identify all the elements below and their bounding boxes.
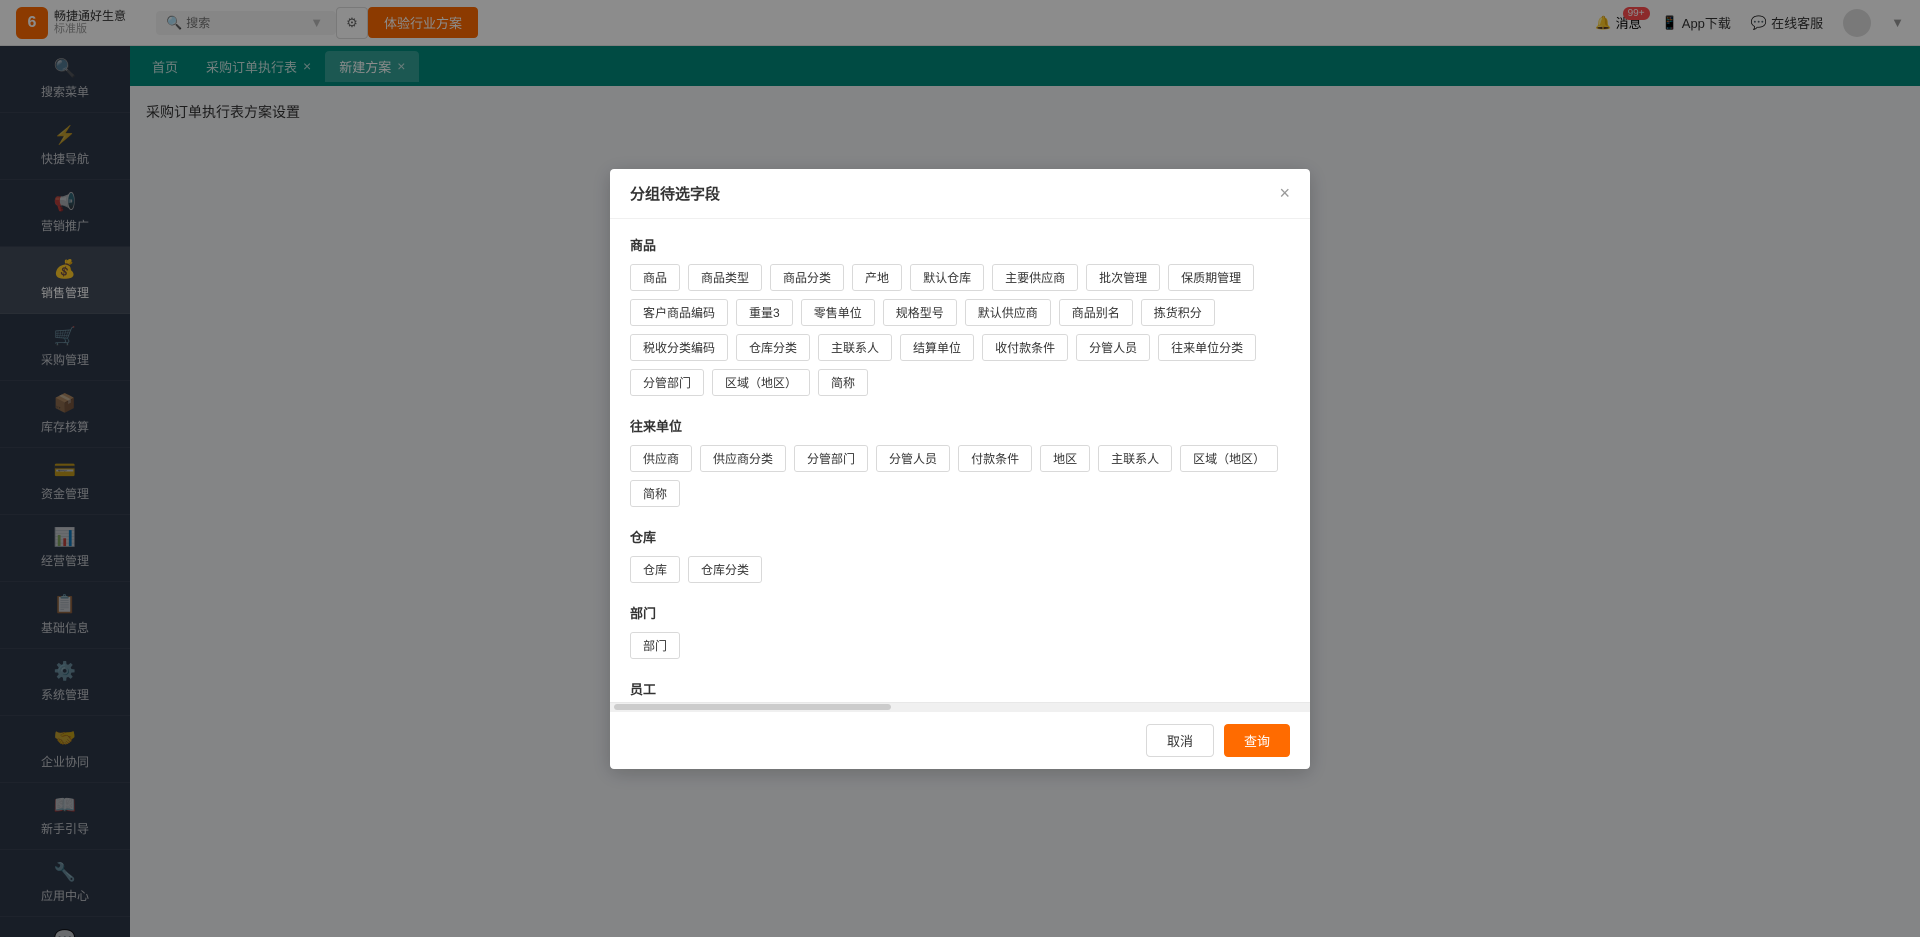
field-tag[interactable]: 默认供应商 (965, 299, 1051, 326)
field-tag[interactable]: 重量3 (736, 299, 793, 326)
field-tag[interactable]: 区域（地区） (712, 369, 810, 396)
field-select-modal: 分组待选字段 × 商品 商品 商品类型 商品分类 产地 默认仓库 主要供应商 批… (610, 169, 1310, 769)
field-tag[interactable]: 收付款条件 (982, 334, 1068, 361)
field-tag[interactable]: 往来单位分类 (1158, 334, 1256, 361)
field-tag[interactable]: 产地 (852, 264, 902, 291)
field-tag[interactable]: 主联系人 (818, 334, 892, 361)
field-tag[interactable]: 规格型号 (883, 299, 957, 326)
modal-body: 商品 商品 商品类型 商品分类 产地 默认仓库 主要供应商 批次管理 保质期管理… (610, 219, 1310, 702)
section-staff: 员工 业务员 (630, 679, 1290, 702)
field-tag[interactable]: 默认仓库 (910, 264, 984, 291)
field-tag[interactable]: 客户商品编码 (630, 299, 728, 326)
section-dept-tags: 部门 (630, 632, 1290, 659)
modal-header: 分组待选字段 × (610, 169, 1310, 219)
field-tag[interactable]: 主联系人 (1098, 445, 1172, 472)
modal-footer: 取消 查询 (610, 711, 1310, 769)
section-partner-title: 往来单位 (630, 416, 1290, 435)
field-tag[interactable]: 分管部门 (794, 445, 868, 472)
field-tag[interactable]: 供应商分类 (700, 445, 786, 472)
section-goods: 商品 商品 商品类型 商品分类 产地 默认仓库 主要供应商 批次管理 保质期管理… (630, 235, 1290, 396)
field-tag[interactable]: 商品 (630, 264, 680, 291)
section-dept: 部门 部门 (630, 603, 1290, 659)
field-tag[interactable]: 税收分类编码 (630, 334, 728, 361)
section-dept-title: 部门 (630, 603, 1290, 622)
field-tag[interactable]: 主要供应商 (992, 264, 1078, 291)
field-tag[interactable]: 分管部门 (630, 369, 704, 396)
field-tag[interactable]: 商品分类 (770, 264, 844, 291)
modal-close-button[interactable]: × (1279, 183, 1290, 204)
field-tag[interactable]: 仓库分类 (688, 556, 762, 583)
confirm-button[interactable]: 查询 (1224, 724, 1290, 757)
section-partner-tags: 供应商 供应商分类 分管部门 分管人员 付款条件 地区 主联系人 区域（地区） … (630, 445, 1290, 507)
field-tag[interactable]: 付款条件 (958, 445, 1032, 472)
hscroll-thumb (614, 704, 891, 710)
field-tag[interactable]: 结算单位 (900, 334, 974, 361)
field-tag[interactable]: 商品别名 (1059, 299, 1133, 326)
section-goods-title: 商品 (630, 235, 1290, 254)
field-tag[interactable]: 区域（地区） (1180, 445, 1278, 472)
modal-horizontal-scrollbar[interactable] (610, 702, 1310, 711)
section-warehouse: 仓库 仓库 仓库分类 (630, 527, 1290, 583)
field-tag[interactable]: 仓库 (630, 556, 680, 583)
field-tag[interactable]: 部门 (630, 632, 680, 659)
field-tag[interactable]: 仓库分类 (736, 334, 810, 361)
field-tag[interactable]: 简称 (630, 480, 680, 507)
field-tag[interactable]: 拣货积分 (1141, 299, 1215, 326)
section-staff-title: 员工 (630, 679, 1290, 698)
field-tag[interactable]: 批次管理 (1086, 264, 1160, 291)
field-tag[interactable]: 零售单位 (801, 299, 875, 326)
field-tag[interactable]: 供应商 (630, 445, 692, 472)
section-goods-tags: 商品 商品类型 商品分类 产地 默认仓库 主要供应商 批次管理 保质期管理 客户… (630, 264, 1290, 396)
field-tag[interactable]: 简称 (818, 369, 868, 396)
field-tag[interactable]: 分管人员 (1076, 334, 1150, 361)
section-warehouse-tags: 仓库 仓库分类 (630, 556, 1290, 583)
cancel-button[interactable]: 取消 (1146, 724, 1214, 757)
section-warehouse-title: 仓库 (630, 527, 1290, 546)
field-tag[interactable]: 地区 (1040, 445, 1090, 472)
section-partner: 往来单位 供应商 供应商分类 分管部门 分管人员 付款条件 地区 主联系人 区域… (630, 416, 1290, 507)
modal-overlay: 分组待选字段 × 商品 商品 商品类型 商品分类 产地 默认仓库 主要供应商 批… (0, 0, 1920, 937)
field-tag[interactable]: 分管人员 (876, 445, 950, 472)
field-tag[interactable]: 保质期管理 (1168, 264, 1254, 291)
field-tag[interactable]: 商品类型 (688, 264, 762, 291)
modal-title: 分组待选字段 (630, 183, 720, 204)
